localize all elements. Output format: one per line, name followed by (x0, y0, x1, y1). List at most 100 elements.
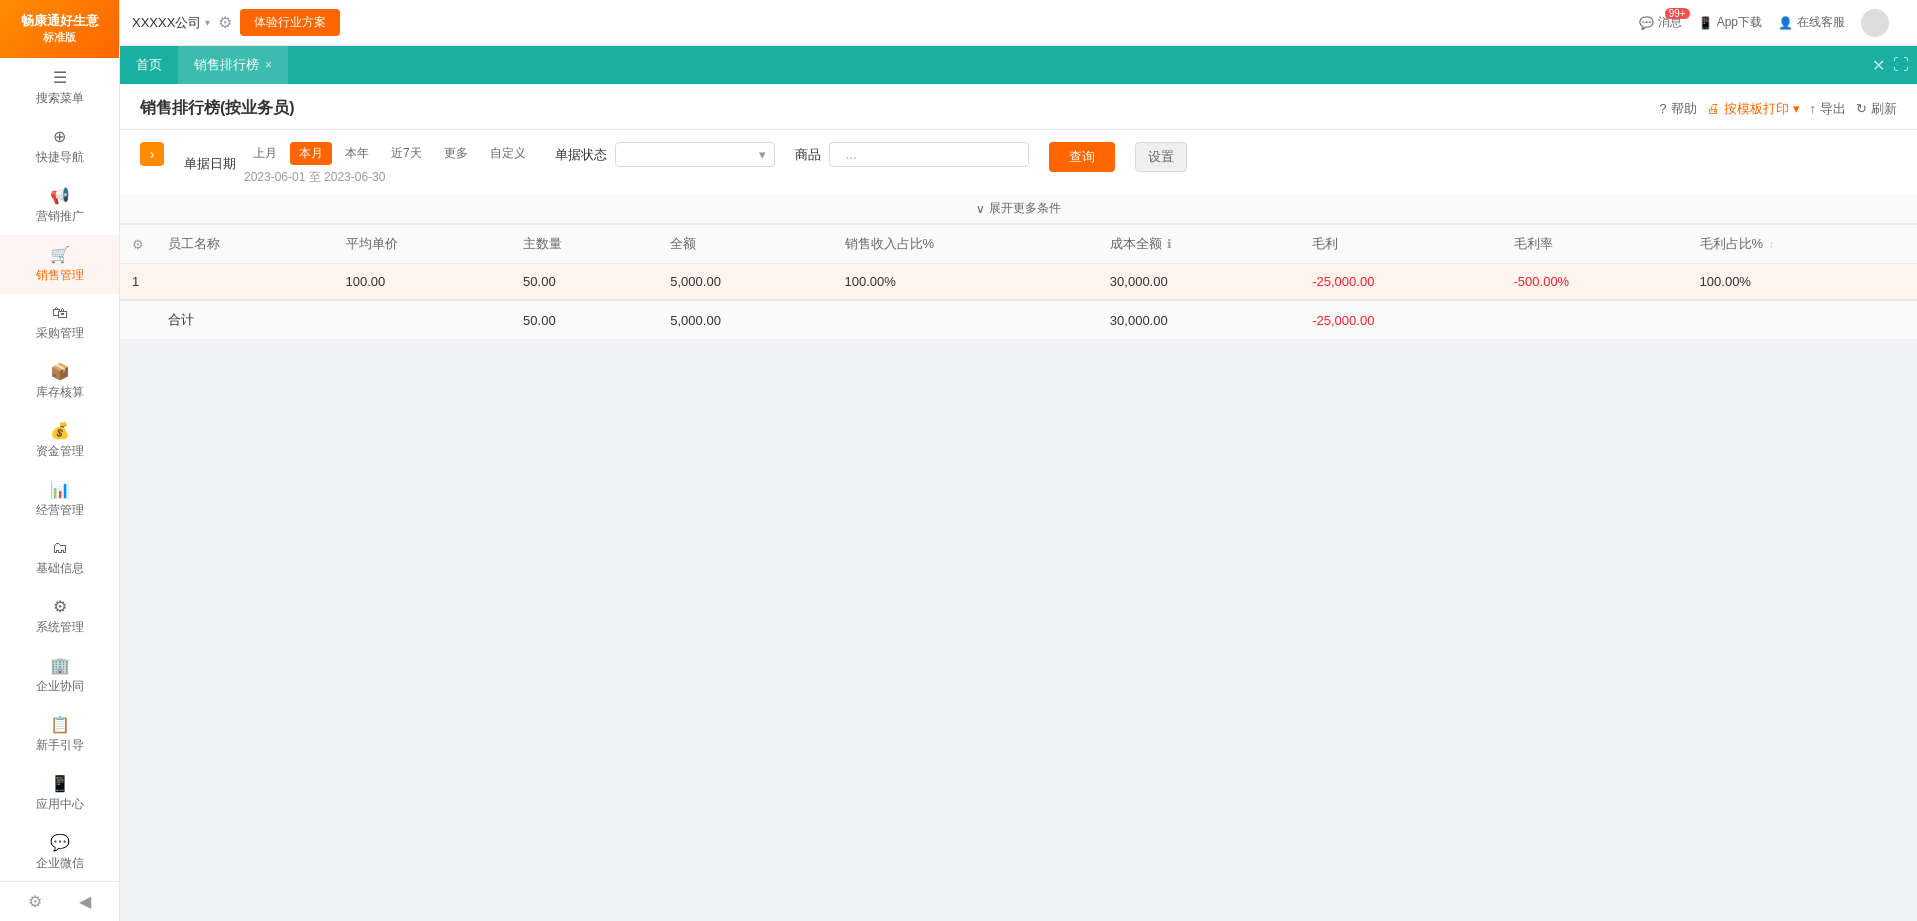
tab-actions: ✕ ⛶ (1872, 56, 1917, 75)
sidebar-sales-icon: 🛒 (50, 245, 70, 264)
sidebar-quick-nav-label: 快捷导航 (36, 149, 84, 166)
goods-more-icon[interactable]: ... (846, 147, 857, 162)
app-download-label: App下载 (1717, 14, 1762, 31)
date-range: 2023-06-01 至 2023-06-30 (244, 169, 535, 186)
sidebar-footer: ⚙ ◀ (0, 881, 119, 921)
table-footer: 合计 50.00 5,000.00 30,000.00 -25,000.00 (120, 300, 1917, 339)
row-cost: 30,000.00 (1098, 264, 1300, 301)
goods-filter-group: 商品 ... (795, 142, 1029, 167)
sidebar-item-marketing[interactable]: 📢营销推广 (0, 176, 119, 235)
gross-pct-sort-icon[interactable]: ↕ (1769, 239, 1774, 250)
table-header: ⚙ 员工名称 平均单价 主数量 全额 销售收入占比% 成本全额 ℹ 毛利 (120, 225, 1917, 264)
app-download-button[interactable]: 📱 App下载 (1698, 14, 1762, 31)
sidebar-item-operation[interactable]: 📊经营管理 (0, 470, 119, 529)
filter-collapse-button[interactable]: › (140, 142, 164, 166)
date-shortcut-本年[interactable]: 本年 (336, 142, 378, 165)
help-button[interactable]: ? 帮助 (1659, 100, 1696, 118)
export-label: 导出 (1820, 100, 1846, 118)
sidebar-item-enterprise[interactable]: 🏢 企业协同 (0, 646, 119, 705)
col-gross-header: 毛利 (1300, 225, 1501, 264)
sidebar-item-quick-nav[interactable]: ⊕ 快捷导航 (0, 117, 119, 176)
sidebar-quick-nav-icon: ⊕ (53, 127, 66, 146)
tab-sales-rank[interactable]: 销售排行榜 × (178, 46, 288, 84)
sidebar-collapse-icon[interactable]: ◀ (79, 892, 91, 911)
window-close-button[interactable]: ✕ (1872, 56, 1885, 75)
date-shortcut-近7天[interactable]: 近7天 (382, 142, 431, 165)
message-button[interactable]: 💬 消息 99+ (1639, 14, 1682, 31)
date-shortcut-上月[interactable]: 上月 (244, 142, 286, 165)
company-name: XXXXX公司 (132, 14, 201, 32)
refresh-button[interactable]: ↻ 刷新 (1856, 100, 1897, 118)
row-amount: 5,000.00 (658, 264, 832, 301)
sidebar-enterprise-icon: 🏢 (50, 656, 70, 675)
sidebar-item-search[interactable]: ☰搜索菜单 (0, 58, 119, 117)
sidebar-item-purchase[interactable]: 🛍采购管理 (0, 294, 119, 352)
sidebar-settings-icon[interactable]: ⚙ (28, 892, 42, 911)
footer-empty-5 (1688, 300, 1917, 339)
col-employee-header: 员工名称 (156, 225, 334, 264)
sidebar-basic-icon: 🗂 (52, 539, 68, 557)
footer-cost: 30,000.00 (1098, 300, 1300, 339)
sidebar-item-inventory[interactable]: 📦库存核算 (0, 352, 119, 411)
sidebar-item-sales[interactable]: 🛒销售管理 (0, 235, 119, 294)
app-download-icon: 📱 (1698, 16, 1713, 30)
page-title: 销售排行榜(按业务员) (140, 98, 295, 119)
app-subtitle: 标准版 (8, 30, 111, 45)
status-label: 单据状态 (555, 146, 607, 164)
sidebar-item-system[interactable]: ⚙系统管理 (0, 587, 119, 646)
date-shortcut-更多[interactable]: 更多 (435, 142, 477, 165)
expand-button[interactable]: ∨ 展开更多条件 (976, 200, 1061, 217)
sidebar-system-icon: ⚙ (53, 597, 67, 616)
online-service-button[interactable]: 👤 在线客服 (1778, 14, 1845, 31)
col-gross-pct-header: 毛利占比% ↕ (1688, 225, 1917, 264)
col-cost-header: 成本全额 ℹ (1098, 225, 1300, 264)
settings-button[interactable]: 设置 (1135, 142, 1187, 172)
date-shortcut-本月[interactable]: 本月 (290, 142, 332, 165)
topbar-settings-icon[interactable]: ⚙ (218, 13, 232, 32)
online-service-icon: 👤 (1778, 16, 1793, 30)
row-rank: 1 (120, 264, 156, 301)
status-select[interactable]: ▾ (615, 142, 775, 167)
user-avatar[interactable] (1861, 9, 1889, 37)
sidebar-item-basic[interactable]: 🗂 基础信息 (0, 529, 119, 587)
online-service-label: 在线客服 (1797, 14, 1845, 31)
expand-row: ∨ 展开更多条件 (120, 194, 1917, 224)
print-button[interactable]: 🖨 按模板打印 ▾ (1707, 100, 1800, 118)
window-expand-button[interactable]: ⛶ (1893, 56, 1909, 74)
footer-empty-3 (833, 300, 1098, 339)
sidebar-enterprise-label: 企业协同 (36, 678, 84, 695)
tab-home[interactable]: 首页 (120, 46, 178, 84)
row-employee (156, 264, 334, 301)
export-button[interactable]: ↑ 导出 (1810, 100, 1847, 118)
sidebar-item-weixin[interactable]: 💬 企业微信 (0, 823, 119, 881)
expand-icon: ∨ (976, 202, 985, 216)
filter-main-row: › 单据日期 上月本月本年近7天更多自定义 2023-06-01 至 2023-… (120, 130, 1917, 194)
sidebar: 畅康通好生意 标准版 ☰搜索菜单 ⊕ 快捷导航 📢营销推广🛒销售管理🛍采购管理📦库存核… (0, 0, 120, 921)
date-shortcut-自定义[interactable]: 自定义 (481, 142, 535, 165)
col-avg-price-header: 平均单价 (334, 225, 512, 264)
sidebar-item-apps[interactable]: 📱应用中心 (0, 764, 119, 823)
sidebar-marketing-label: 营销推广 (36, 208, 84, 225)
help-label: 帮助 (1671, 100, 1697, 118)
sidebar-inventory-label: 库存核算 (36, 384, 84, 401)
sidebar-basic-label: 基础信息 (36, 560, 84, 577)
sidebar-weixin-label: 企业微信 (36, 855, 84, 872)
sidebar-weixin-icon: 💬 (50, 833, 70, 852)
goods-input[interactable]: ... (829, 142, 1029, 167)
tab-close-icon[interactable]: × (265, 58, 272, 72)
table-settings-gear-icon[interactable]: ⚙ (132, 237, 144, 252)
footer-gross: -25,000.00 (1300, 300, 1501, 339)
company-selector[interactable]: XXXXX公司 ▾ (132, 14, 210, 32)
col-sales-pct-header: 销售收入占比% (833, 225, 1098, 264)
col-gross-rate-header: 毛利率 (1502, 225, 1688, 264)
page-actions: ? 帮助 🖨 按模板打印 ▾ ↑ 导出 ↻ 刷新 (1659, 100, 1897, 118)
footer-main-qty: 50.00 (511, 300, 658, 339)
message-icon: 💬 (1639, 16, 1654, 30)
query-button[interactable]: 查询 (1049, 142, 1115, 172)
cost-info-icon[interactable]: ℹ (1167, 237, 1172, 251)
sidebar-item-guide[interactable]: 📋新手引导 (0, 705, 119, 764)
app-title: 畅康通好生意 (8, 12, 111, 30)
sidebar-item-finance[interactable]: 💰资金管理 (0, 411, 119, 470)
date-wrap: 上月本月本年近7天更多自定义 2023-06-01 至 2023-06-30 (244, 142, 535, 186)
trial-button[interactable]: 体验行业方案 (240, 9, 340, 36)
